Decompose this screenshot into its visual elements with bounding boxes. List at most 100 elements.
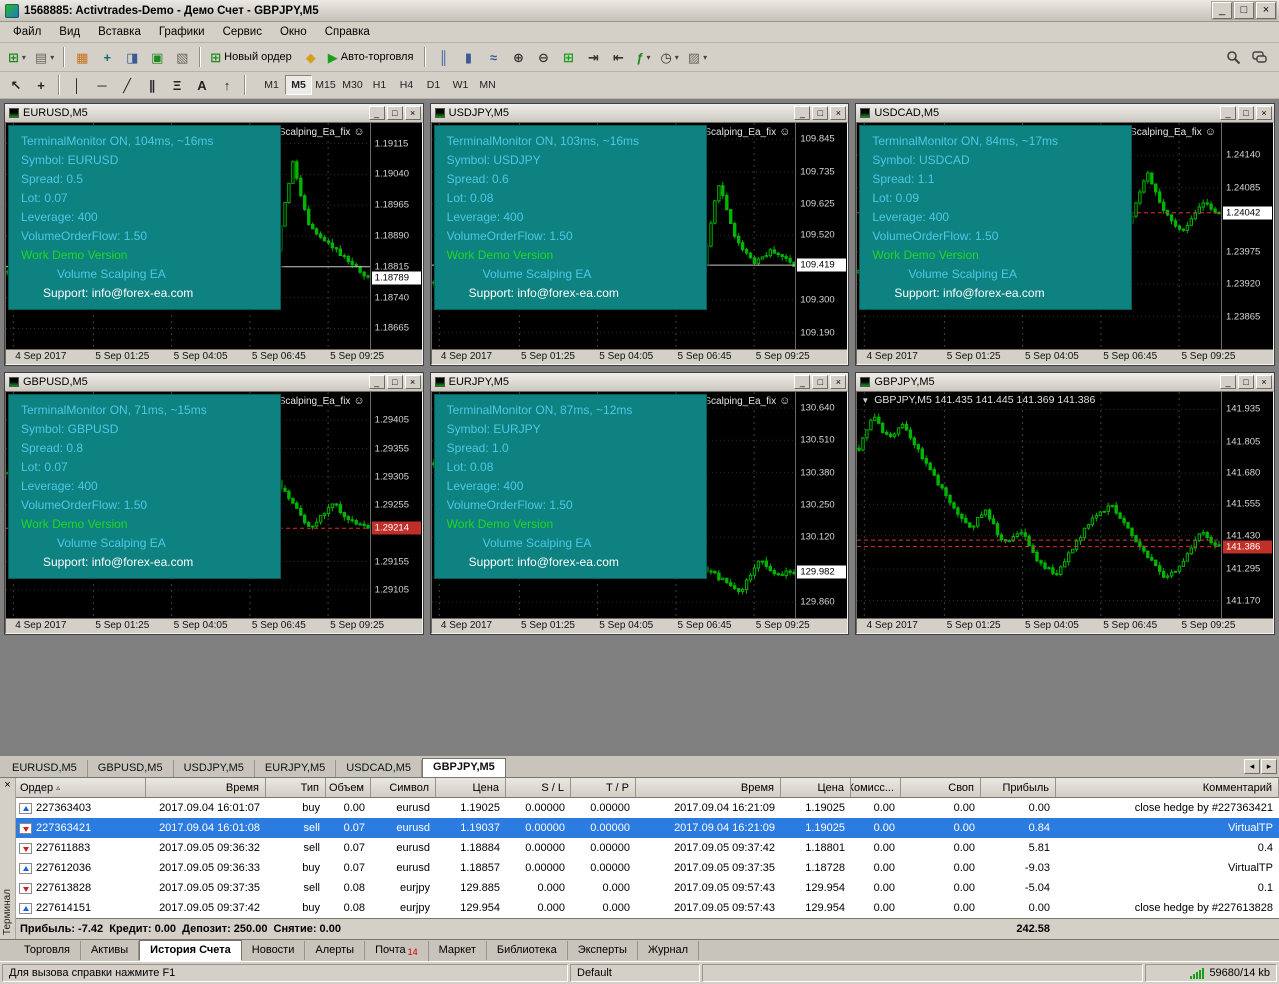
chart-candles-button[interactable]: ▮ <box>456 46 480 68</box>
templates-button[interactable]: ▨ ▾ <box>684 46 711 68</box>
column-header-comment[interactable]: Комментарий <box>1056 778 1279 798</box>
chart-window-titlebar[interactable]: GBPUSD,M5 _ □ × <box>5 373 423 391</box>
chart-tab-gbpjpy[interactable]: GBPJPY,M5 <box>422 758 506 777</box>
column-header-order[interactable]: Ордер ▵ <box>16 778 146 798</box>
window-titlebar[interactable]: 1568885: Activtrades-Demo - Демо Счет - … <box>0 0 1279 22</box>
history-row[interactable]: 227363403 2017.09.04 16:01:07 buy 0.00 eurus… <box>16 798 1279 818</box>
timeframe-mn-button[interactable]: MN <box>474 75 501 95</box>
chart-restore-button[interactable]: □ <box>386 375 403 389</box>
chart-minimize-button[interactable]: _ <box>794 106 811 120</box>
menu-view[interactable]: Вид <box>50 23 89 41</box>
terminal-tab-library[interactable]: Библиотека <box>487 941 568 960</box>
chart-plot-area[interactable]: Scalping_Ea_fix ☺ TerminalMonitor ON, 71… <box>6 392 370 618</box>
arrows-tool-button[interactable]: ↑ <box>215 74 239 96</box>
price-scale[interactable]: 1.19115 1.19040 1.18965 1.18890 1.18815 1.187… <box>369 123 422 349</box>
chart-window-titlebar[interactable]: GBPJPY,M5 _ □ × <box>856 373 1274 391</box>
history-row[interactable]: 227614151 2017.09.05 09:37:42 buy 0.08 eurjp… <box>16 898 1279 918</box>
new-chart-button[interactable]: ⊞ ▾ <box>4 46 30 68</box>
column-header-profit[interactable]: Прибыль <box>981 778 1056 798</box>
chart-close-button[interactable]: × <box>830 106 847 120</box>
terminal-tab-experts[interactable]: Эксперты <box>568 941 638 960</box>
close-button[interactable]: × <box>1256 2 1276 19</box>
chart-close-button[interactable]: × <box>830 375 847 389</box>
auto-scroll-button[interactable]: ⇥ <box>581 46 605 68</box>
fibonacci-tool-button[interactable]: Ξ <box>165 74 189 96</box>
chart-restore-button[interactable]: □ <box>812 106 829 120</box>
metaeditor-button[interactable]: ◆ <box>299 46 323 68</box>
restore-button[interactable]: □ <box>1234 2 1254 19</box>
indicators-button[interactable]: ƒ ▾ <box>631 46 655 68</box>
text-tool-button[interactable]: A <box>190 74 214 96</box>
price-scale[interactable]: 109.845 109.735 109.625 109.520 109.300 109.1… <box>795 123 848 349</box>
timeframe-h1-button[interactable]: H1 <box>366 75 393 95</box>
periods-button[interactable]: ◷ ▾ <box>656 46 682 68</box>
chart-restore-button[interactable]: □ <box>1237 375 1254 389</box>
chart-minimize-button[interactable]: _ <box>794 375 811 389</box>
chart-close-button[interactable]: × <box>1255 375 1272 389</box>
price-scale[interactable]: 130.640 130.510 130.380 130.250 130.120 129.8… <box>795 392 848 618</box>
terminal-tab-market[interactable]: Маркет <box>429 941 487 960</box>
terminal-tab-history[interactable]: История Счета <box>139 940 242 961</box>
terminal-tab-journal[interactable]: Журнал <box>638 941 700 960</box>
zoom-out-button[interactable]: ⊖ <box>531 46 555 68</box>
menu-help[interactable]: Справка <box>316 23 379 41</box>
trendline-tool-button[interactable]: ╱ <box>115 74 139 96</box>
timeframe-m15-button[interactable]: M15 <box>312 75 339 95</box>
chart-shift-button[interactable]: ⇤ <box>606 46 630 68</box>
chat-button[interactable] <box>1247 46 1271 68</box>
chart-close-button[interactable]: × <box>404 106 421 120</box>
column-header-open-price[interactable]: Цена <box>436 778 506 798</box>
chart-plot-area[interactable]: Scalping_Ea_fix ☺ TerminalMonitor ON, 84… <box>857 123 1221 349</box>
timeframe-d1-button[interactable]: D1 <box>420 75 447 95</box>
new-order-button[interactable]: ⊞ Новый ордер <box>206 46 298 68</box>
time-axis[interactable]: 4 Sep 2017 5 Sep 01:25 5 Sep 04:05 5 Sep 06… <box>431 618 848 633</box>
chart-minimize-button[interactable]: _ <box>1219 375 1236 389</box>
chart-tab-eurusd[interactable]: EURUSD,M5 <box>2 760 88 777</box>
chart-window-titlebar[interactable]: EURJPY,M5 _ □ × <box>430 373 849 391</box>
price-scale[interactable]: 1.29405 1.29355 1.29305 1.29255 1.29155 1.291… <box>369 392 422 618</box>
column-header-volume[interactable]: Объем <box>326 778 371 798</box>
terminal-tab-news[interactable]: Новости <box>242 941 306 960</box>
chart-line-button[interactable]: ≈ <box>481 46 505 68</box>
strategy-tester-button[interactable]: ▧ <box>170 46 194 68</box>
time-axis[interactable]: 4 Sep 2017 5 Sep 01:25 5 Sep 04:05 5 Sep 06… <box>6 349 422 364</box>
chart-tab-eurjpy[interactable]: EURJPY,M5 <box>255 760 337 777</box>
horizontal-line-tool-button[interactable]: ─ <box>90 74 114 96</box>
close-terminal-button[interactable]: × <box>4 780 10 791</box>
price-scale[interactable]: 1.24140 1.24085 1.23975 1.23920 1.23865 1.240… <box>1220 123 1273 349</box>
timeframe-w1-button[interactable]: W1 <box>447 75 474 95</box>
timeframe-h4-button[interactable]: H4 <box>393 75 420 95</box>
chart-plot-area[interactable]: ▼ GBPJPY,M5 141.435 141.445 141.369 141.… <box>857 392 1221 618</box>
chart-tab-usdjpy[interactable]: USDJPY,M5 <box>174 760 255 777</box>
chart-tab-gbpusd[interactable]: GBPUSD,M5 <box>88 760 174 777</box>
column-header-close-price[interactable]: Цена <box>781 778 851 798</box>
timeframe-m30-button[interactable]: M30 <box>339 75 366 95</box>
status-profile[interactable]: Default <box>570 964 700 982</box>
chart-close-button[interactable]: × <box>1255 106 1272 120</box>
tab-scroll-right-button[interactable]: ▸ <box>1261 759 1277 774</box>
crosshair-tool-button[interactable]: + <box>29 74 53 96</box>
zoom-in-button[interactable]: ⊕ <box>506 46 530 68</box>
column-header-symbol[interactable]: Символ <box>371 778 436 798</box>
chart-minimize-button[interactable]: _ <box>1219 106 1236 120</box>
chart-minimize-button[interactable]: _ <box>368 106 385 120</box>
terminal-tab-mail[interactable]: Почта 14 <box>365 940 429 961</box>
menu-charts[interactable]: Графики <box>150 23 214 41</box>
autotrade-button[interactable]: ▶ Авто-торговля <box>324 46 420 68</box>
minimize-button[interactable]: _ <box>1212 2 1232 19</box>
timeframe-m1-button[interactable]: M1 <box>258 75 285 95</box>
data-window-button[interactable]: + <box>95 46 119 68</box>
time-axis[interactable]: 4 Sep 2017 5 Sep 01:25 5 Sep 04:05 5 Sep 06… <box>857 349 1273 364</box>
chart-window-titlebar[interactable]: USDCAD,M5 _ □ × <box>856 104 1274 122</box>
column-header-tp[interactable]: T / P <box>571 778 636 798</box>
price-scale[interactable]: 141.935 141.805 141.680 141.555 141.430 141.2… <box>1220 392 1273 618</box>
column-header-type[interactable]: Тип <box>266 778 326 798</box>
chart-plot-area[interactable]: Scalping_Ea_fix ☺ TerminalMonitor ON, 10… <box>431 123 796 349</box>
history-row[interactable]: 227612036 2017.09.05 09:36:33 buy 0.07 eurus… <box>16 858 1279 878</box>
tile-windows-button[interactable]: ⊞ <box>556 46 580 68</box>
menu-window[interactable]: Окно <box>271 23 316 41</box>
menu-insert[interactable]: Вставка <box>89 23 150 41</box>
chart-restore-button[interactable]: □ <box>812 375 829 389</box>
terminal-tab-trade[interactable]: Торговля <box>14 941 81 960</box>
column-header-close-time[interactable]: Время <box>636 778 781 798</box>
